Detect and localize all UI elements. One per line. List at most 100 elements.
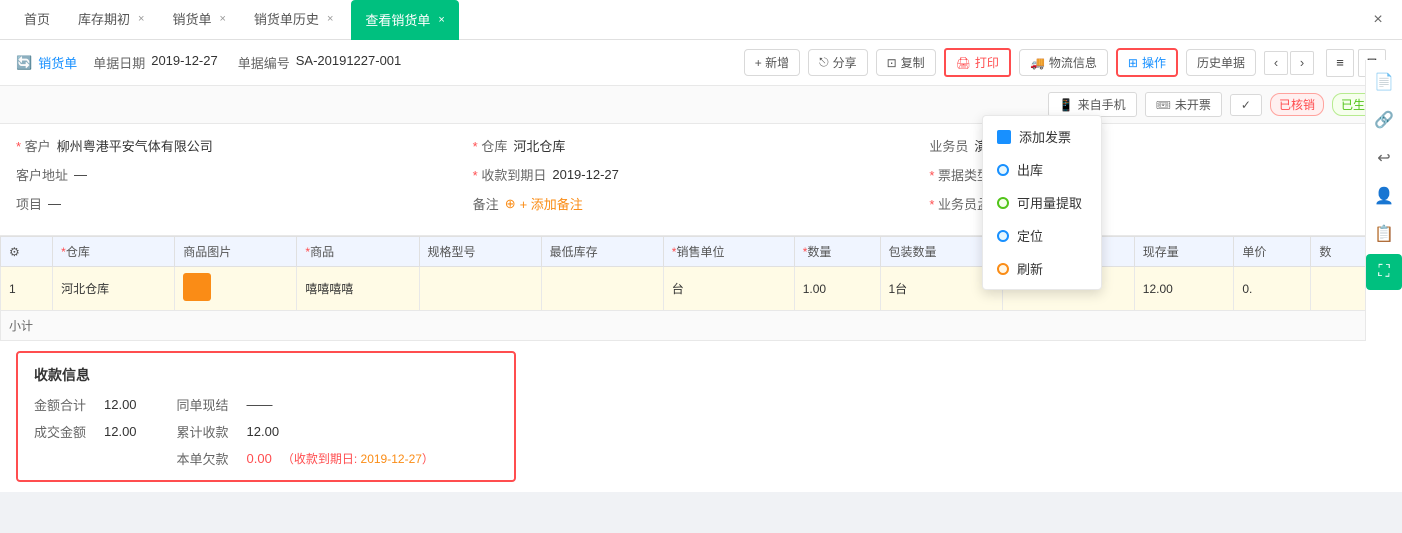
warehouse-label: 仓库 bbox=[473, 136, 508, 155]
salesman-label: 业务员孟 bbox=[929, 194, 990, 213]
form-row-3: 项目 — 备注 ⊕ + 添加备注 业务员孟 — bbox=[16, 194, 1386, 213]
print-highlight: 🖨 打印 bbox=[944, 48, 1011, 77]
col-more: 数 bbox=[1311, 237, 1366, 267]
sidebar-list-icon[interactable]: 📋 bbox=[1366, 216, 1402, 252]
from-phone-button[interactable]: 📱 来自手机 bbox=[1048, 92, 1137, 117]
note-label: 备注 bbox=[473, 194, 499, 213]
subtotal-label: 小计 bbox=[1, 311, 1366, 341]
note-field: 备注 ⊕ + 添加备注 bbox=[473, 194, 930, 213]
history-button[interactable]: 历史单据 bbox=[1186, 49, 1256, 76]
table-row: 1 河北仓库 嘻嘻嘻嘻 台 1.00 1台 12.00 0. bbox=[1, 267, 1366, 311]
product-image bbox=[183, 273, 211, 301]
outbound-icon bbox=[997, 164, 1009, 176]
tab-home[interactable]: 首页 bbox=[10, 0, 64, 40]
status-row: 📱 来自手机 🎟 未开票 ✓ 已核销 已生效 bbox=[0, 86, 1402, 124]
menu-add-invoice[interactable]: 添加发票 bbox=[983, 120, 1101, 153]
new-button[interactable]: + 新增 bbox=[744, 49, 800, 76]
next-button[interactable]: › bbox=[1290, 51, 1314, 75]
menu-outbound[interactable]: 出库 bbox=[983, 153, 1101, 186]
subtotal-row: 小计 bbox=[1, 311, 1366, 341]
col-settings[interactable]: ⚙ bbox=[1, 237, 53, 267]
form-row-1: 客户 柳州粤港平安气体有限公司 仓库 河北仓库 业务员 演示账号 bbox=[16, 136, 1386, 155]
operations-button[interactable]: ⊞ 操作 bbox=[1116, 48, 1178, 77]
payment-rows: 金额合计 12.00 成交金额 12.00 同单现结 —— 累计收款 bbox=[34, 395, 498, 468]
table-container: ⚙ *仓库 商品图片 *商品 规格型号 最低库存 *销售单位 *数量 包装数量 … bbox=[0, 236, 1366, 341]
address-label: 客户地址 bbox=[16, 165, 68, 184]
doc-title: 🔄 销货单 bbox=[16, 53, 77, 72]
row-spec bbox=[419, 267, 541, 311]
row-product-img bbox=[175, 267, 297, 311]
not-opened-button[interactable]: 🎟 未开票 bbox=[1145, 92, 1222, 117]
tab-check-sales[interactable]: 查看销货单 × bbox=[351, 0, 458, 40]
warehouse-field: 仓库 河北仓库 bbox=[473, 136, 930, 155]
date-value: 2019-12-27 bbox=[151, 53, 218, 72]
right-sidebar: 📄 🔗 ↩ 👤 📋 ⛶ bbox=[1365, 60, 1402, 294]
col-sales-unit: *销售单位 bbox=[663, 237, 794, 267]
col-product-img: 商品图片 bbox=[175, 237, 297, 267]
tab-close-sales[interactable]: × bbox=[219, 13, 225, 25]
col-warehouse: *仓库 bbox=[53, 237, 175, 267]
staff-label: 业务员 bbox=[929, 136, 968, 155]
share-icon: ⎋ bbox=[819, 55, 829, 70]
prev-button[interactable]: ‹ bbox=[1264, 51, 1288, 75]
menu-available-pickup[interactable]: 可用量提取 bbox=[983, 186, 1101, 219]
order-owed-label: 本单欠款 bbox=[177, 449, 237, 468]
row-quantity: 1.00 bbox=[794, 267, 880, 311]
copy-button[interactable]: ⊡ 复制 bbox=[876, 49, 936, 76]
doc-header: 🔄 销货单 单据日期 2019-12-27 单据编号 SA-20191227-0… bbox=[0, 40, 1402, 86]
row-sales-unit: 台 bbox=[663, 267, 794, 311]
project-value: — bbox=[48, 196, 61, 211]
payment-info-title: 收款信息 bbox=[34, 365, 498, 385]
col-product: *商品 bbox=[297, 237, 419, 267]
main-area: 🔄 销货单 单据日期 2019-12-27 单据编号 SA-20191227-0… bbox=[0, 40, 1402, 492]
add-note-button[interactable]: ⊕ + 添加备注 bbox=[505, 194, 583, 213]
list-view-button[interactable]: ≡ bbox=[1326, 49, 1354, 77]
sidebar-user-icon[interactable]: 👤 bbox=[1366, 178, 1402, 214]
doc-title-text: 销货单 bbox=[38, 53, 77, 72]
date-label: 单据日期 bbox=[93, 53, 145, 72]
col-min-stock: 最低库存 bbox=[541, 237, 663, 267]
share-button[interactable]: ⎋ 分享 bbox=[808, 49, 868, 76]
bottom-section: 收款信息 金额合计 12.00 成交金额 12.00 同单现结 —— bbox=[0, 341, 1402, 492]
tab-inventory-init[interactable]: 库存期初 × bbox=[64, 0, 158, 40]
sidebar-return-icon[interactable]: ↩ bbox=[1366, 140, 1402, 176]
same-order-label: 同单现结 bbox=[177, 395, 237, 414]
ticket-type-label: 票据类型 bbox=[929, 165, 990, 184]
available-pickup-icon bbox=[997, 197, 1009, 209]
row-min-stock bbox=[541, 267, 663, 311]
deal-amount-value: 12.00 bbox=[104, 424, 137, 439]
row-more bbox=[1311, 267, 1366, 311]
copy-icon: ⊡ bbox=[887, 56, 897, 70]
sidebar-link-icon[interactable]: 🔗 bbox=[1366, 102, 1402, 138]
print-button[interactable]: 🖨 打印 bbox=[946, 50, 1009, 75]
nav-arrows: ‹ › bbox=[1264, 51, 1314, 75]
operations-dropdown: 添加发票 出库 可用量提取 定位 刷新 bbox=[982, 115, 1102, 290]
tab-sales-history[interactable]: 销货单历史 × bbox=[240, 0, 347, 40]
logistics-button[interactable]: 🚚 物流信息 bbox=[1019, 49, 1108, 76]
phone-icon: 📱 bbox=[1059, 98, 1074, 112]
menu-locate[interactable]: 定位 bbox=[983, 219, 1101, 252]
project-label: 项目 bbox=[16, 194, 42, 213]
tab-close-check[interactable]: × bbox=[438, 14, 444, 26]
payment-info-box: 收款信息 金额合计 12.00 成交金额 12.00 同单现结 —— bbox=[16, 351, 516, 482]
amount-total-label: 金额合计 bbox=[34, 395, 94, 414]
confirm-button[interactable]: ✓ bbox=[1230, 94, 1262, 116]
sidebar-expand-icon[interactable]: ⛶ bbox=[1366, 254, 1402, 290]
sidebar-doc-icon[interactable]: 📄 bbox=[1366, 64, 1402, 100]
locate-icon bbox=[997, 230, 1009, 242]
window-close-button[interactable]: × bbox=[1364, 6, 1392, 34]
order-owed-value: 0.00 bbox=[247, 451, 272, 466]
amount-total-row: 金额合计 12.00 bbox=[34, 395, 137, 414]
project-field: 项目 — bbox=[16, 194, 473, 213]
doc-icon: 🔄 bbox=[16, 55, 32, 71]
tab-close-history[interactable]: × bbox=[327, 13, 333, 25]
doc-meta: 单据日期 2019-12-27 单据编号 SA-20191227-001 bbox=[93, 53, 401, 72]
amount-total-value: 12.00 bbox=[104, 397, 137, 412]
tab-close-inventory[interactable]: × bbox=[138, 13, 144, 25]
menu-refresh[interactable]: 刷新 bbox=[983, 252, 1101, 285]
row-stock: 12.00 bbox=[1134, 267, 1234, 311]
tab-sales-order[interactable]: 销货单 × bbox=[158, 0, 239, 40]
total-received-label: 累计收款 bbox=[177, 422, 237, 441]
deal-amount-label: 成交金额 bbox=[34, 422, 94, 441]
col-unit-price: 单价 bbox=[1234, 237, 1311, 267]
